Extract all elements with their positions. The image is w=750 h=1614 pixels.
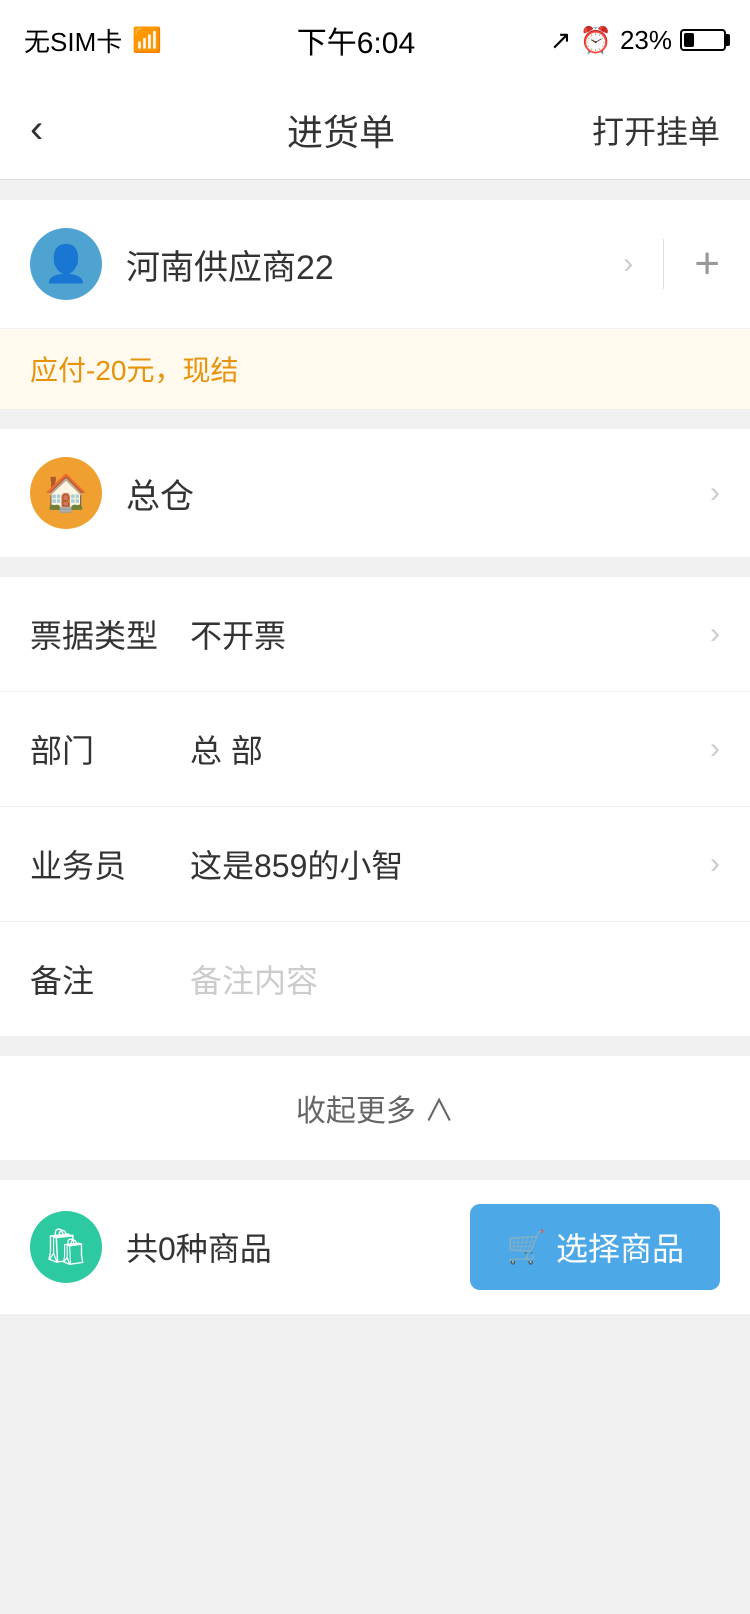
- remark-row[interactable]: 备注 备注内容: [0, 922, 750, 1036]
- status-right: ↗ ⏰ 23%: [550, 25, 726, 56]
- status-carrier: 无SIM卡 📶: [24, 22, 162, 59]
- supplier-name: 河南供应商22: [126, 240, 623, 289]
- invoice-type-arrow: ›: [710, 617, 720, 651]
- warehouse-arrow-icon: ›: [710, 476, 720, 510]
- back-button[interactable]: ‹: [30, 107, 90, 152]
- wifi-icon: 📶: [132, 26, 162, 55]
- add-supplier-button[interactable]: +: [663, 239, 720, 289]
- salesperson-value: 这是859的小智: [170, 841, 710, 887]
- select-product-icon: 🛒: [506, 1228, 546, 1266]
- supplier-arrow-icon: ›: [623, 247, 633, 281]
- remark-label: 备注: [30, 956, 170, 1002]
- page-title: 进货单: [287, 104, 395, 156]
- supplier-row[interactable]: 👤 河南供应商22 › +: [0, 200, 750, 329]
- invoice-type-value: 不开票: [170, 611, 710, 657]
- top-divider: [0, 180, 750, 200]
- product-bar: 🛍 共0种商品 🛒 选择商品: [0, 1180, 750, 1314]
- collapse-button[interactable]: 收起更多 ∧: [0, 1056, 750, 1160]
- warehouse-row[interactable]: 🏠 总仓 ›: [0, 429, 750, 557]
- open-pending-button[interactable]: 打开挂单: [592, 107, 720, 153]
- location-icon: ↗: [550, 25, 572, 56]
- select-product-label: 选择商品: [556, 1224, 684, 1270]
- avatar-icon: 👤: [44, 243, 89, 285]
- notice-text: 应付-20元，现结: [30, 355, 238, 386]
- department-value: 总 部: [170, 726, 710, 772]
- alarm-icon: ⏰: [580, 25, 612, 56]
- battery-icon: [680, 29, 726, 51]
- salesperson-label: 业务员: [30, 841, 170, 887]
- supplier-section: 👤 河南供应商22 › + 应付-20元，现结: [0, 200, 750, 409]
- salesperson-row[interactable]: 业务员 这是859的小智 ›: [0, 807, 750, 922]
- warehouse-section: 🏠 总仓 ›: [0, 429, 750, 557]
- department-label: 部门: [30, 726, 170, 772]
- warehouse-label: 总仓: [126, 469, 710, 518]
- department-row[interactable]: 部门 总 部 ›: [0, 692, 750, 807]
- invoice-type-label: 票据类型: [30, 611, 170, 657]
- department-arrow: ›: [710, 732, 720, 766]
- product-count: 共0种商品: [126, 1224, 470, 1270]
- product-icon-wrap: 🛍: [30, 1211, 102, 1283]
- form-section: 票据类型 不开票 › 部门 总 部 › 业务员 这是859的小智 › 备注 备注…: [0, 577, 750, 1036]
- status-time: 下午6:04: [297, 18, 415, 62]
- salesperson-arrow: ›: [710, 847, 720, 881]
- gray-background: [0, 1314, 750, 1614]
- supplier-avatar: 👤: [30, 228, 102, 300]
- product-icon: 🛍: [43, 1226, 89, 1268]
- battery-text: 23%: [620, 25, 672, 56]
- invoice-type-row[interactable]: 票据类型 不开票 ›: [0, 577, 750, 692]
- select-product-button[interactable]: 🛒 选择商品: [470, 1204, 720, 1290]
- status-bar: 无SIM卡 📶 下午6:04 ↗ ⏰ 23%: [0, 0, 750, 80]
- warehouse-icon: 🏠: [44, 472, 89, 514]
- notice-bar: 应付-20元，现结: [0, 329, 750, 409]
- warehouse-icon-wrap: 🏠: [30, 457, 102, 529]
- carrier-text: 无SIM卡: [24, 22, 122, 59]
- remark-input[interactable]: 备注内容: [170, 956, 720, 1002]
- nav-bar: ‹ 进货单 打开挂单: [0, 80, 750, 180]
